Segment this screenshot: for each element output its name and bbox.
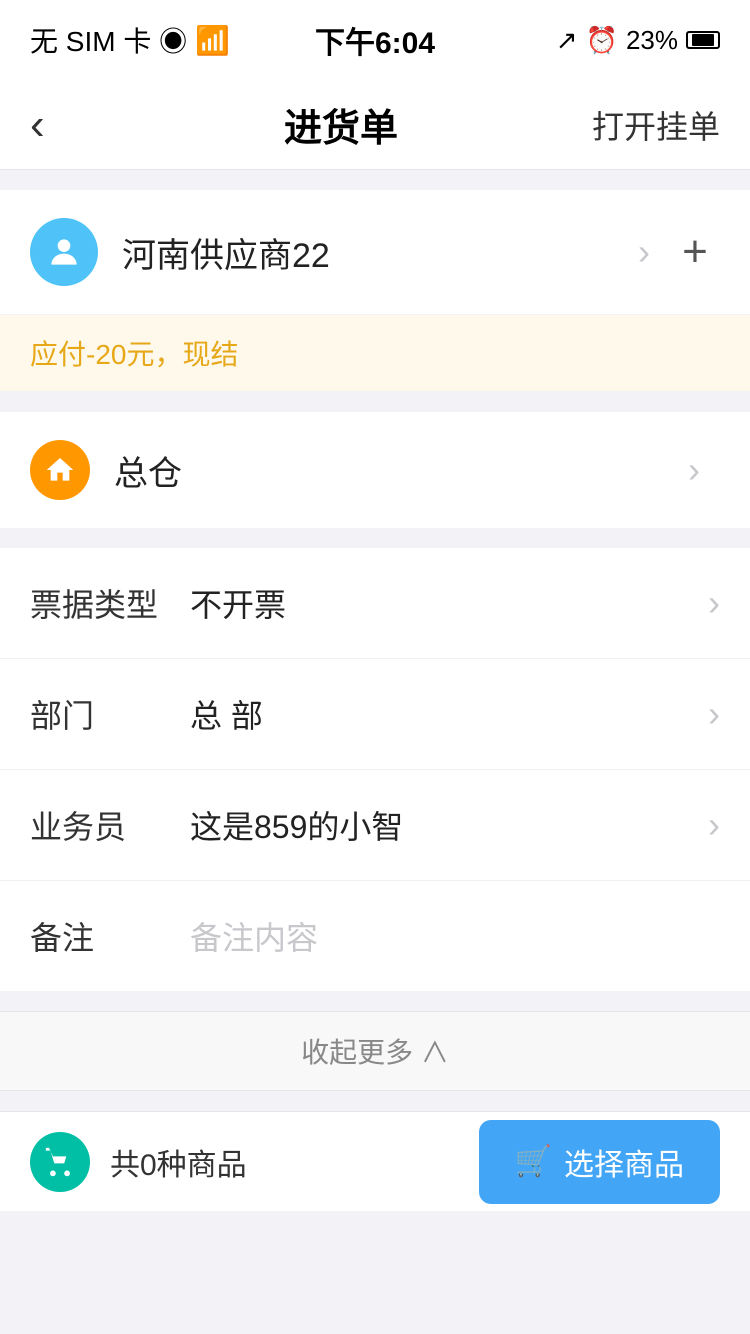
- warehouse-icon: [30, 440, 90, 500]
- warehouse-card: 总仓 ›: [0, 412, 750, 528]
- remark-row[interactable]: 备注 备注内容: [0, 881, 750, 991]
- select-goods-cart-icon: 🛒: [515, 1144, 552, 1179]
- supplier-name: 河南供应商22: [122, 228, 638, 277]
- open-pending-button[interactable]: 打开挂单: [592, 102, 720, 148]
- battery-icon: [686, 31, 720, 49]
- nav-bar: ‹ 进货单 打开挂单: [0, 80, 750, 170]
- supplier-avatar: [30, 218, 98, 286]
- page-title: 进货单: [90, 97, 592, 152]
- battery-label: 23%: [626, 25, 678, 56]
- supplier-chevron-icon: ›: [638, 231, 650, 273]
- dept-label: 部门: [30, 691, 170, 737]
- select-goods-button[interactable]: 🛒 选择商品: [479, 1120, 720, 1204]
- supplier-card: 河南供应商22 › + 应付-20元，现结: [0, 190, 750, 392]
- back-button[interactable]: ‹: [30, 100, 90, 150]
- bottom-bar: 共0种商品 🛒 选择商品: [0, 1111, 750, 1211]
- select-goods-label: 选择商品: [564, 1140, 684, 1184]
- status-right: ↗ ⏰ 23%: [556, 25, 720, 56]
- warehouse-name: 总仓: [114, 446, 688, 495]
- section-gap-2: [0, 392, 750, 412]
- dept-row[interactable]: 部门 总 部 ›: [0, 659, 750, 770]
- house-icon: [44, 454, 76, 486]
- salesman-value: 这是859的小智: [170, 802, 708, 848]
- supplier-notice: 应付-20元，现结: [0, 315, 750, 392]
- warehouse-chevron-icon: ›: [688, 449, 700, 491]
- status-time: 下午6:04: [315, 18, 435, 62]
- sim-label: 无 SIM 卡 ◉: [30, 20, 187, 60]
- collapse-label: 收起更多 ∧: [301, 1031, 449, 1071]
- warehouse-row[interactable]: 总仓 ›: [0, 412, 750, 528]
- user-icon: [45, 233, 83, 271]
- dept-chevron-icon: ›: [708, 693, 720, 735]
- location-icon: ↗: [556, 25, 578, 56]
- ticket-type-row[interactable]: 票据类型 不开票 ›: [0, 548, 750, 659]
- salesman-row[interactable]: 业务员 这是859的小智 ›: [0, 770, 750, 881]
- alarm-icon: ⏰: [586, 25, 618, 56]
- form-card: 票据类型 不开票 › 部门 总 部 › 业务员 这是859的小智 › 备注 备注…: [0, 548, 750, 991]
- status-bar: 无 SIM 卡 ◉ 📶 下午6:04 ↗ ⏰ 23%: [0, 0, 750, 80]
- collapse-row[interactable]: 收起更多 ∧: [0, 1011, 750, 1091]
- add-supplier-button[interactable]: +: [670, 227, 720, 277]
- cart-icon: [43, 1145, 77, 1179]
- dept-value: 总 部: [170, 691, 708, 737]
- remark-label: 备注: [30, 913, 170, 959]
- salesman-chevron-icon: ›: [708, 804, 720, 846]
- ticket-type-label: 票据类型: [30, 580, 170, 626]
- ticket-type-chevron-icon: ›: [708, 582, 720, 624]
- supplier-row[interactable]: 河南供应商22 › +: [0, 190, 750, 315]
- goods-count: 共0种商品: [110, 1140, 479, 1184]
- ticket-type-value: 不开票: [170, 580, 708, 626]
- section-gap-1: [0, 170, 750, 190]
- goods-icon: [30, 1132, 90, 1192]
- remark-input[interactable]: 备注内容: [170, 913, 720, 959]
- status-left: 无 SIM 卡 ◉ 📶: [30, 20, 230, 60]
- salesman-label: 业务员: [30, 802, 170, 848]
- wifi-icon: 📶: [195, 24, 230, 57]
